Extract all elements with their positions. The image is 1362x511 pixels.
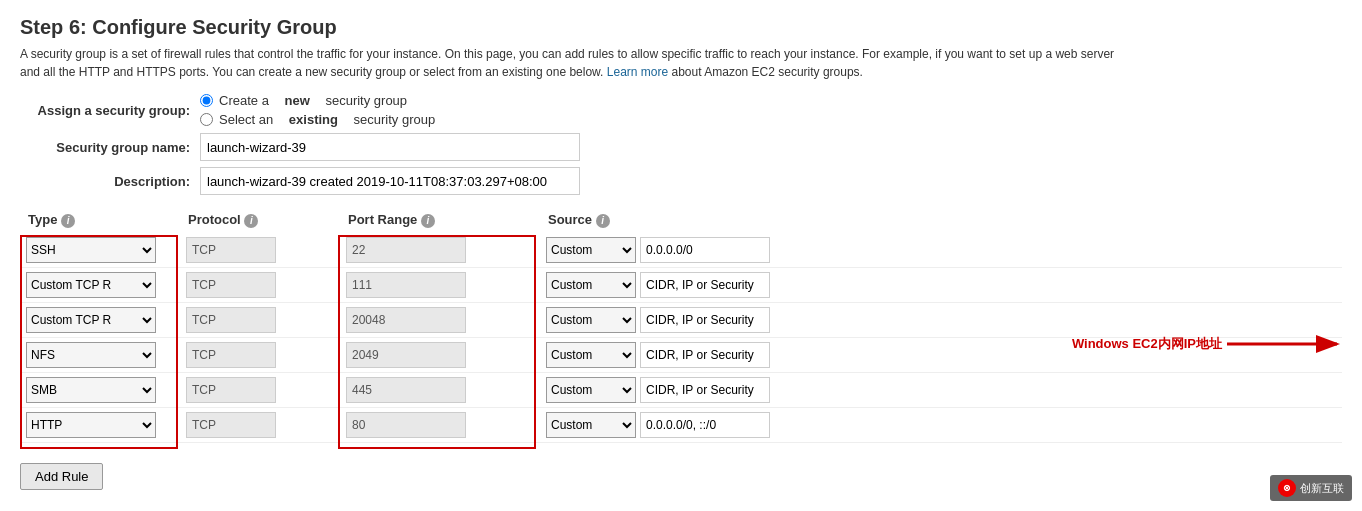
type-select[interactable]: Custom TCP R: [26, 307, 156, 333]
type-select[interactable]: SMB: [26, 377, 156, 403]
source-value-input[interactable]: [640, 272, 770, 298]
learn-more-link[interactable]: Learn more: [607, 65, 668, 79]
protocol-cell: [180, 233, 340, 268]
protocol-input: [186, 377, 276, 403]
protocol-input: [186, 412, 276, 438]
intro-text: A security group is a set of firewall ru…: [20, 45, 1120, 81]
port-input: [346, 237, 466, 263]
port-cell: [340, 267, 540, 302]
port-cell: [340, 302, 540, 337]
port-cell: [340, 372, 540, 407]
port-input: [346, 377, 466, 403]
col-protocol-header: Protocol i: [180, 207, 340, 233]
security-group-radio-group: Create a new security group Select an ex…: [200, 93, 435, 127]
col-portrange-header: Port Range i: [340, 207, 540, 233]
annotation-container: Windows EC2内网IP地址: [1072, 322, 1352, 366]
type-select[interactable]: NFS: [26, 342, 156, 368]
table-row: HTTP Custom: [20, 407, 1342, 442]
type-info-icon[interactable]: i: [61, 214, 75, 228]
protocol-input: [186, 237, 276, 263]
radio-new-input[interactable]: [200, 94, 213, 107]
type-select[interactable]: HTTP: [26, 412, 156, 438]
source-type-select[interactable]: Custom: [546, 412, 636, 438]
col-type-header: Type i: [20, 207, 180, 233]
type-cell: HTTP: [20, 407, 180, 442]
source-value-input[interactable]: [640, 377, 770, 403]
source-cell: Custom: [540, 233, 1342, 268]
protocol-input: [186, 342, 276, 368]
watermark: ⊗ 创新互联: [1270, 475, 1352, 501]
protocol-cell: [180, 372, 340, 407]
protocol-info-icon[interactable]: i: [244, 214, 258, 228]
source-value-input[interactable]: [640, 342, 770, 368]
name-label: Security group name:: [20, 140, 200, 155]
type-cell: Custom TCP R: [20, 267, 180, 302]
source-cell: Custom: [540, 267, 1342, 302]
table-row: SMB Custom: [20, 372, 1342, 407]
port-input: [346, 272, 466, 298]
source-cell: Custom: [540, 372, 1342, 407]
source-value-input[interactable]: [640, 307, 770, 333]
source-type-select[interactable]: Custom: [546, 342, 636, 368]
table-row: SSH Custom: [20, 233, 1342, 268]
protocol-cell: [180, 407, 340, 442]
protocol-cell: [180, 337, 340, 372]
source-value-input[interactable]: [640, 237, 770, 263]
source-value-input[interactable]: [640, 412, 770, 438]
col-source-header: Source i: [540, 207, 1342, 233]
watermark-icon: ⊗: [1278, 479, 1296, 497]
source-cell: Custom: [540, 407, 1342, 442]
protocol-input: [186, 272, 276, 298]
port-input: [346, 307, 466, 333]
type-select[interactable]: SSH: [26, 237, 156, 263]
port-cell: [340, 407, 540, 442]
radio-existing-group[interactable]: Select an existing security group: [200, 112, 435, 127]
desc-label: Description:: [20, 174, 200, 189]
type-cell: NFS: [20, 337, 180, 372]
add-rule-button[interactable]: Add Rule: [20, 463, 103, 490]
annotation-text: Windows EC2内网IP地址: [1072, 335, 1222, 353]
port-input: [346, 342, 466, 368]
portrange-info-icon[interactable]: i: [421, 214, 435, 228]
type-cell: SMB: [20, 372, 180, 407]
source-info-icon[interactable]: i: [596, 214, 610, 228]
source-type-select[interactable]: Custom: [546, 272, 636, 298]
table-row: Custom TCP R Custom: [20, 267, 1342, 302]
source-type-select[interactable]: Custom: [546, 377, 636, 403]
type-cell: SSH: [20, 233, 180, 268]
security-group-name-input[interactable]: [200, 133, 580, 161]
description-input[interactable]: [200, 167, 580, 195]
port-cell: [340, 233, 540, 268]
rules-table-wrapper: Type i Protocol i Port Range i Source i: [20, 207, 1342, 443]
port-input: [346, 412, 466, 438]
type-cell: Custom TCP R: [20, 302, 180, 337]
radio-existing-input[interactable]: [200, 113, 213, 126]
radio-new-group[interactable]: Create a new security group: [200, 93, 435, 108]
protocol-cell: [180, 302, 340, 337]
protocol-input: [186, 307, 276, 333]
annotation-arrow: [1222, 322, 1352, 366]
type-select[interactable]: Custom TCP R: [26, 272, 156, 298]
assign-label: Assign a security group:: [20, 103, 200, 118]
page-title: Step 6: Configure Security Group: [20, 16, 1342, 39]
watermark-text: 创新互联: [1300, 481, 1344, 496]
protocol-cell: [180, 267, 340, 302]
source-type-select[interactable]: Custom: [546, 307, 636, 333]
port-cell: [340, 337, 540, 372]
source-type-select[interactable]: Custom: [546, 237, 636, 263]
